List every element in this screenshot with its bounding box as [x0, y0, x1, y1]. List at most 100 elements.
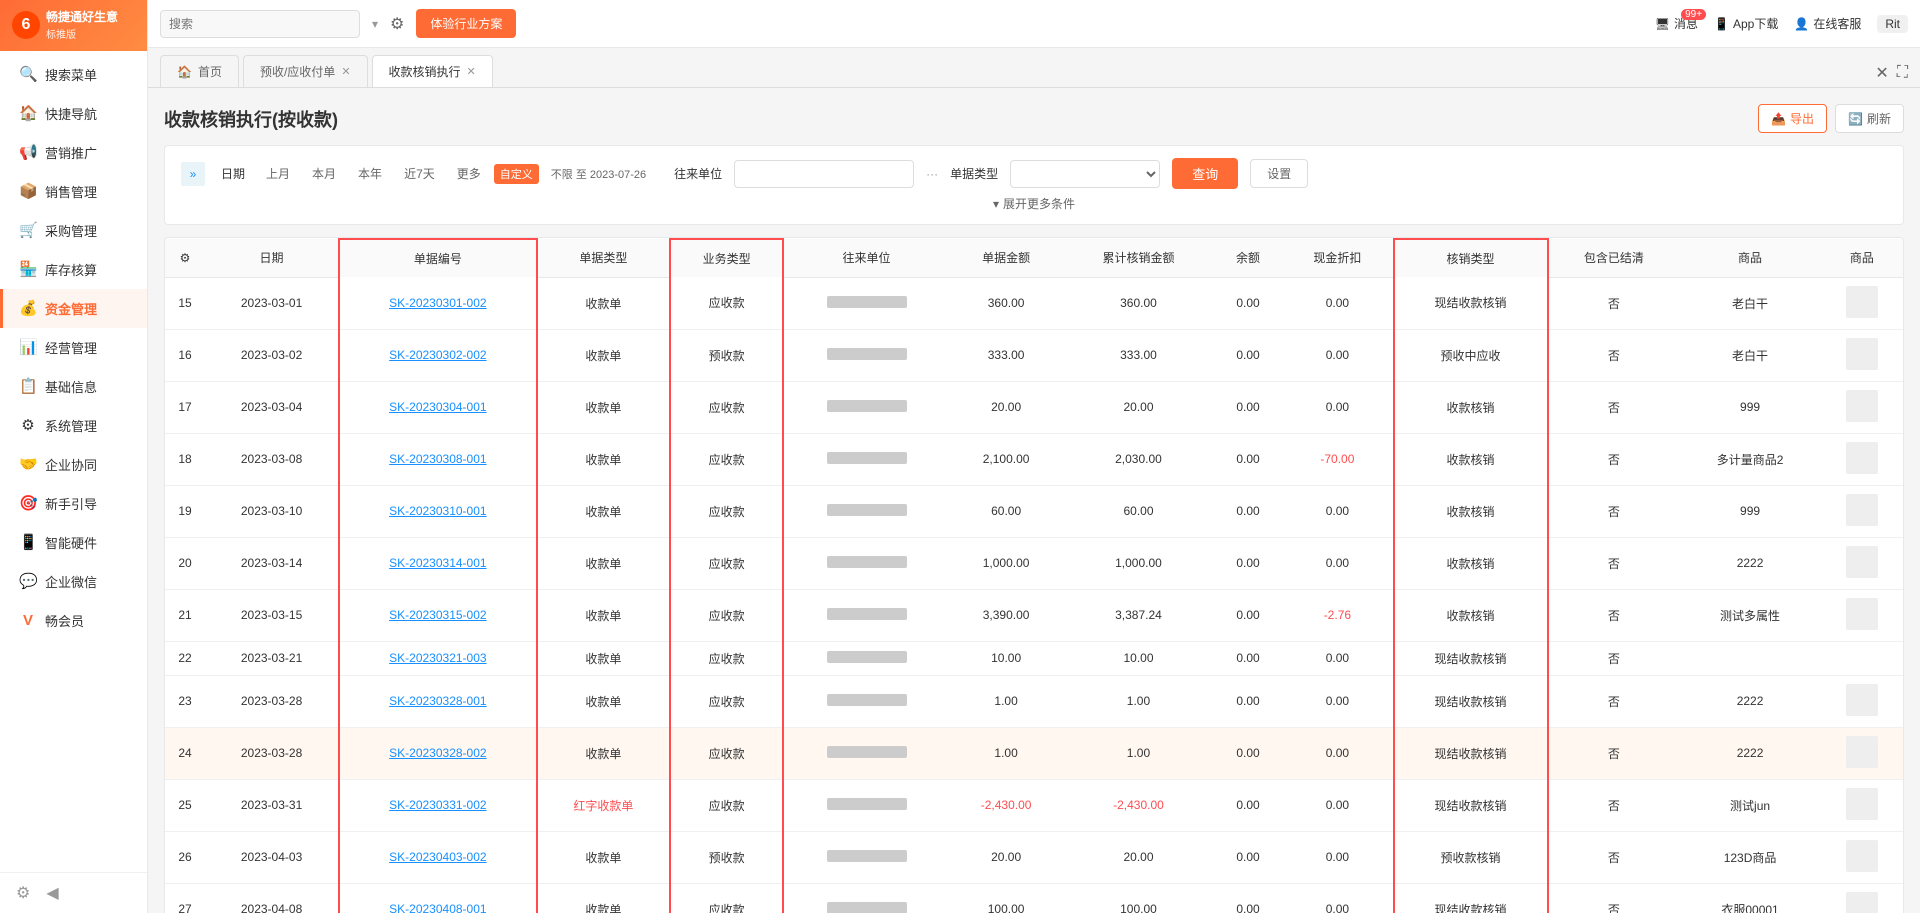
cell-voucher-no: SK-20230315-002 — [339, 589, 537, 641]
cell-date: 2023-03-15 — [205, 589, 339, 641]
sidebar-item-wechat[interactable]: 💬 企业微信 — [0, 562, 147, 601]
voucher-no-link[interactable]: SK-20230331-002 — [389, 798, 486, 812]
expand-more-button[interactable]: ▾ 展开更多条件 — [993, 195, 1075, 212]
date-more[interactable]: 更多 — [448, 161, 490, 186]
cell-voucher-type: 收款单 — [537, 277, 670, 329]
voucher-no-link[interactable]: SK-20230315-002 — [389, 608, 486, 622]
sidebar-item-hardware[interactable]: 📱 智能硬件 — [0, 523, 147, 562]
tab-write-off-label: 收款核销执行 — [389, 63, 461, 80]
expand-icon: » — [190, 167, 197, 181]
voucher-no-link[interactable]: SK-20230310-001 — [389, 504, 486, 518]
tab-write-off-close[interactable]: ✕ — [467, 65, 476, 78]
user-account[interactable]: Rit — [1877, 15, 1908, 33]
export-button[interactable]: 📤 导出 — [1758, 104, 1827, 133]
tab-expand-icon[interactable]: ⛶ — [1897, 64, 1908, 82]
cell-write-off-type: 现结收款核销 — [1394, 727, 1548, 779]
cell-goods: 老白干 — [1679, 329, 1820, 381]
partner-input[interactable] — [734, 160, 914, 188]
msg-button[interactable]: 🖥 消息 99+ — [1655, 15, 1698, 32]
cell-balance: 0.00 — [1214, 831, 1282, 883]
cell-amount: 333.00 — [949, 329, 1063, 381]
msg-icon: 🖥 — [1655, 17, 1670, 31]
finance-icon: 💰 — [19, 299, 37, 317]
sidebar-item-marketing[interactable]: 📢 营销推广 — [0, 133, 147, 172]
settings-icon[interactable]: ⚙ — [16, 883, 30, 903]
col-idx: ⚙ — [165, 239, 205, 277]
sidebar-item-inventory[interactable]: 🏪 库存核算 — [0, 250, 147, 289]
topbar-chevron-icon[interactable]: ▾ — [372, 17, 378, 31]
cell-include-settled: 否 — [1548, 831, 1680, 883]
cell-goods: 多计量商品2 — [1679, 433, 1820, 485]
service-button[interactable]: 👤 在线客服 — [1794, 15, 1861, 32]
cell-idx: 24 — [165, 727, 205, 779]
more-options-icon[interactable]: ··· — [926, 167, 938, 181]
tab-pre-receivable[interactable]: 预收/应收付单 ✕ — [243, 55, 368, 87]
cell-amount: -2,430.00 — [949, 779, 1063, 831]
sidebar-item-sales[interactable]: 📦 销售管理 — [0, 172, 147, 211]
refresh-button[interactable]: 🔄 刷新 — [1835, 104, 1904, 133]
sidebar-item-guide[interactable]: 🎯 新手引导 — [0, 484, 147, 523]
cell-balance: 0.00 — [1214, 381, 1282, 433]
tab-close-all-icon[interactable]: ✕ — [1875, 63, 1888, 83]
topbar-search-input[interactable] — [160, 10, 360, 38]
service-icon: 👤 — [1794, 17, 1809, 31]
topbar-gear-icon[interactable]: ⚙ — [390, 14, 404, 34]
cell-voucher-type: 收款单 — [537, 883, 670, 913]
tab-home[interactable]: 🏠 首页 — [160, 55, 239, 87]
sidebar-item-purchase[interactable]: 🛒 采购管理 — [0, 211, 147, 250]
sidebar-item-corp[interactable]: 🤝 企业协同 — [0, 445, 147, 484]
cell-balance: 0.00 — [1214, 589, 1282, 641]
cell-partner — [783, 641, 949, 675]
sidebar-item-member[interactable]: V 畅会员 — [0, 601, 147, 640]
query-button[interactable]: 查询 — [1172, 158, 1238, 189]
cell-balance: 0.00 — [1214, 883, 1282, 913]
solution-button[interactable]: 体验行业方案 — [416, 9, 516, 38]
sidebar-item-finance[interactable]: 💰 资金管理 — [0, 289, 147, 328]
date-this-year[interactable]: 本年 — [349, 161, 391, 186]
cell-balance: 0.00 — [1214, 675, 1282, 727]
voucher-no-link[interactable]: SK-20230328-001 — [389, 694, 486, 708]
cell-balance: 0.00 — [1214, 433, 1282, 485]
sidebar-item-basic[interactable]: 📋 基础信息 — [0, 367, 147, 406]
cell-include-settled: 否 — [1548, 675, 1680, 727]
voucher-type-select[interactable] — [1010, 160, 1160, 188]
voucher-no-link[interactable]: SK-20230408-001 — [389, 902, 486, 913]
cell-date: 2023-03-10 — [205, 485, 339, 537]
basic-icon: 📋 — [19, 377, 37, 395]
cell-write-off-type: 收款核销 — [1394, 537, 1548, 589]
sidebar-item-search[interactable]: 🔍 搜索菜单 — [0, 55, 147, 94]
purchase-icon: 🛒 — [19, 221, 37, 239]
sidebar-item-operation[interactable]: 📊 经营管理 — [0, 328, 147, 367]
collapse-icon[interactable]: ◀ — [46, 883, 58, 903]
sidebar-item-system[interactable]: ⚙ 系统管理 — [0, 406, 147, 445]
cell-goods: 2222 — [1679, 727, 1820, 779]
sidebar-item-quick[interactable]: 🏠 快捷导航 — [0, 94, 147, 133]
sidebar-item-label: 快捷导航 — [45, 104, 97, 123]
tab-home-label: 首页 — [198, 63, 222, 80]
voucher-no-link[interactable]: SK-20230304-001 — [389, 400, 486, 414]
table-header-row: ⚙ 日期 单据编号 单据类型 业务类型 往来单位 单据金额 累计核销金额 余额 … — [165, 239, 1903, 277]
cell-write-off-amount: 1.00 — [1063, 675, 1214, 727]
cell-biz-type: 应收款 — [670, 727, 783, 779]
cell-date: 2023-03-04 — [205, 381, 339, 433]
voucher-no-link[interactable]: SK-20230308-001 — [389, 452, 486, 466]
date-this-month[interactable]: 本月 — [303, 161, 345, 186]
date-custom-label[interactable]: 自定义 — [494, 164, 539, 184]
cell-balance: 0.00 — [1214, 779, 1282, 831]
sidebar-item-label: 销售管理 — [45, 182, 97, 201]
voucher-no-link[interactable]: SK-20230321-003 — [389, 651, 486, 665]
voucher-no-link[interactable]: SK-20230328-002 — [389, 746, 486, 760]
voucher-no-link[interactable]: SK-20230301-002 — [389, 296, 486, 310]
cell-amount: 360.00 — [949, 277, 1063, 329]
voucher-no-link[interactable]: SK-20230403-002 — [389, 850, 486, 864]
setting-button[interactable]: 设置 — [1250, 159, 1308, 188]
filter-expand-button[interactable]: » — [181, 162, 205, 186]
tab-write-off[interactable]: 收款核销执行 ✕ — [372, 55, 493, 87]
date-prev-month[interactable]: 上月 — [257, 161, 299, 186]
tab-pre-receivable-close[interactable]: ✕ — [341, 65, 350, 78]
voucher-no-link[interactable]: SK-20230314-001 — [389, 556, 486, 570]
app-button[interactable]: 📱 App下载 — [1714, 15, 1778, 32]
expand-more-icon: ▾ — [993, 197, 999, 211]
date-7days[interactable]: 近7天 — [395, 161, 444, 186]
voucher-no-link[interactable]: SK-20230302-002 — [389, 348, 486, 362]
